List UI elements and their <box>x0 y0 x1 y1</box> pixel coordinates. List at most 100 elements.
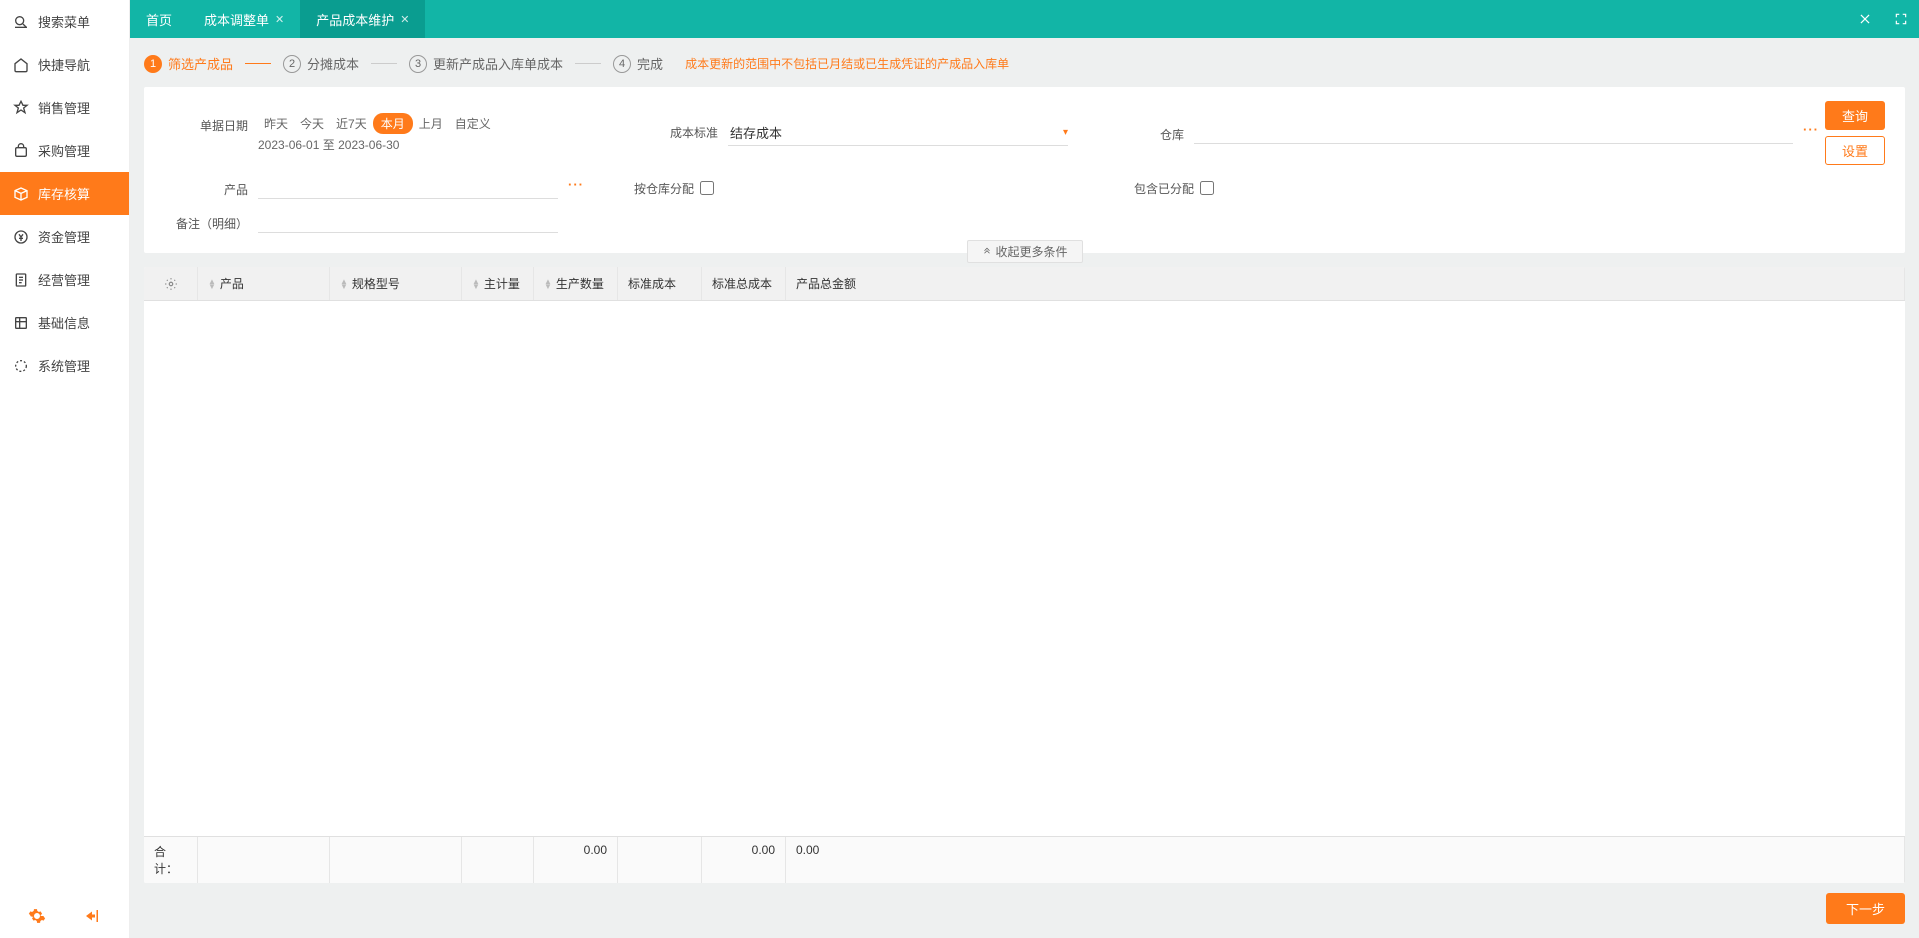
page-footer: 下一步 <box>144 883 1905 924</box>
step-3[interactable]: 3 更新产成品入库单成本 <box>409 54 563 73</box>
step-number: 1 <box>144 55 162 73</box>
sidebar: 搜索菜单 快捷导航 销售管理 采购管理 库存核算 资金管理 经营管理 基础信息 <box>0 0 130 938</box>
date-preset-month[interactable]: 本月 <box>373 113 413 134</box>
select-value: 结存成本 <box>728 120 1063 145</box>
step-label: 筛选产成品 <box>168 54 233 73</box>
date-sep: 至 <box>323 138 335 152</box>
sidebar-item-label: 基础信息 <box>38 313 90 332</box>
gear-icon[interactable] <box>28 907 46 928</box>
sort-icon: ▲▼ <box>208 279 216 289</box>
table-footer: 合计： 0.00 0.00 0.00 <box>144 836 1905 883</box>
sidebar-item-baseinfo[interactable]: 基础信息 <box>0 301 129 344</box>
step-1[interactable]: 1 筛选产成品 <box>144 54 233 73</box>
tab-cost-adjust[interactable]: 成本调整单 ✕ <box>188 0 300 38</box>
cart-icon <box>12 142 30 160</box>
home-icon <box>12 56 30 74</box>
remarks-input[interactable] <box>258 211 558 233</box>
tab-label: 成本调整单 <box>204 10 269 29</box>
by-warehouse-label: 按仓库分配 <box>634 180 694 197</box>
column-qty[interactable]: ▲▼生产数量 <box>534 267 618 300</box>
footer-stdtotal: 0.00 <box>702 837 786 883</box>
date-to: 2023-06-30 <box>338 138 399 152</box>
date-range[interactable]: 2023-06-01 至 2023-06-30 <box>258 136 497 153</box>
date-preset-lastmonth[interactable]: 上月 <box>413 113 449 134</box>
fullscreen-button[interactable] <box>1883 0 1919 38</box>
tabs: 首页 成本调整单 ✕ 产品成本维护 ✕ <box>130 0 1919 38</box>
sort-icon: ▲▼ <box>340 279 348 289</box>
close-icon[interactable]: ✕ <box>400 13 409 26</box>
tab-home[interactable]: 首页 <box>130 0 188 38</box>
sidebar-item-quicknav[interactable]: 快捷导航 <box>0 43 129 86</box>
warehouse-more-icon[interactable]: ··· <box>1797 122 1825 137</box>
column-label: 产品总金额 <box>796 275 856 292</box>
sales-icon <box>12 99 30 117</box>
step-warning: 成本更新的范围中不包括已月结或已生成凭证的产成品入库单 <box>685 55 1009 72</box>
step-2[interactable]: 2 分摊成本 <box>283 54 359 73</box>
column-total[interactable]: 产品总金额 <box>786 267 1905 300</box>
sidebar-item-label: 系统管理 <box>38 356 90 375</box>
column-label: 主计量 <box>484 275 520 292</box>
filter-panel: 单据日期 昨天 今天 近7天 本月 上月 自定义 2023- <box>144 87 1905 253</box>
money-icon <box>12 228 30 246</box>
sidebar-item-search[interactable]: 搜索菜单 <box>0 0 129 43</box>
step-line <box>371 63 397 64</box>
sidebar-item-label: 库存核算 <box>38 184 90 203</box>
sort-icon: ▲▼ <box>544 279 552 289</box>
chevron-down-icon: ▾ <box>1063 127 1068 138</box>
collapse-icon[interactable] <box>83 907 101 928</box>
warehouse-label: 仓库 <box>1134 122 1194 143</box>
search-icon <box>12 13 30 31</box>
gear-icon <box>164 277 178 291</box>
sidebar-item-label: 资金管理 <box>38 227 90 246</box>
product-more-icon[interactable]: ··· <box>562 177 590 192</box>
query-button[interactable]: 查询 <box>1825 101 1885 130</box>
date-preset-custom[interactable]: 自定义 <box>449 113 497 134</box>
sidebar-item-system[interactable]: 系统管理 <box>0 344 129 387</box>
column-label: 标准成本 <box>628 275 676 292</box>
step-line <box>575 63 601 64</box>
step-4[interactable]: 4 完成 <box>613 54 663 73</box>
tab-label: 产品成本维护 <box>316 10 394 29</box>
table-header: ▲▼产品 ▲▼规格型号 ▲▼主计量 ▲▼生产数量 标准成本 标准总成本 产品总金… <box>144 267 1905 301</box>
close-icon[interactable]: ✕ <box>275 13 284 26</box>
column-spec[interactable]: ▲▼规格型号 <box>330 267 462 300</box>
sidebar-footer <box>0 897 129 938</box>
include-allocated-checkbox[interactable] <box>1200 181 1214 195</box>
collapse-toggle[interactable]: 收起更多条件 <box>966 240 1082 263</box>
footer-qty: 0.00 <box>534 837 618 883</box>
settings-icon <box>12 357 30 375</box>
settings-button[interactable]: 设置 <box>1825 136 1885 165</box>
remarks-label: 备注（明细） <box>164 211 258 232</box>
next-button[interactable]: 下一步 <box>1826 893 1905 924</box>
sidebar-item-label: 经营管理 <box>38 270 90 289</box>
column-stdcost[interactable]: 标准成本 <box>618 267 702 300</box>
sidebar-item-label: 销售管理 <box>38 98 90 117</box>
column-gear[interactable] <box>144 267 198 300</box>
product-input[interactable] <box>258 177 558 199</box>
date-preset-yesterday[interactable]: 昨天 <box>258 113 294 134</box>
date-preset-7days[interactable]: 近7天 <box>330 113 373 134</box>
main: 首页 成本调整单 ✕ 产品成本维护 ✕ 1 筛选产成品 <box>130 0 1919 938</box>
tab-product-cost[interactable]: 产品成本维护 ✕ <box>300 0 425 38</box>
sidebar-item-funds[interactable]: 资金管理 <box>0 215 129 258</box>
column-label: 产品 <box>220 275 244 292</box>
by-warehouse-checkbox[interactable] <box>700 181 714 195</box>
column-unit[interactable]: ▲▼主计量 <box>462 267 534 300</box>
step-label: 分摊成本 <box>307 54 359 73</box>
steps: 1 筛选产成品 2 分摊成本 3 更新产成品入库单成本 4 完成 <box>144 48 1905 87</box>
sidebar-item-sales[interactable]: 销售管理 <box>0 86 129 129</box>
sidebar-item-purchase[interactable]: 采购管理 <box>0 129 129 172</box>
column-product[interactable]: ▲▼ 产品 <box>198 267 330 300</box>
sidebar-item-label: 搜索菜单 <box>38 12 90 31</box>
sidebar-item-inventory[interactable]: 库存核算 <box>0 172 129 215</box>
date-preset-today[interactable]: 今天 <box>294 113 330 134</box>
tab-label: 首页 <box>146 10 172 29</box>
date-label: 单据日期 <box>164 113 258 134</box>
product-label: 产品 <box>164 177 258 198</box>
warehouse-input[interactable] <box>1194 122 1793 144</box>
cost-standard-select[interactable]: 结存成本 ▾ <box>728 120 1068 146</box>
date-presets: 昨天 今天 近7天 本月 上月 自定义 <box>258 113 497 134</box>
column-stdtotal[interactable]: 标准总成本 <box>702 267 786 300</box>
close-all-button[interactable] <box>1847 0 1883 38</box>
sidebar-item-business[interactable]: 经营管理 <box>0 258 129 301</box>
